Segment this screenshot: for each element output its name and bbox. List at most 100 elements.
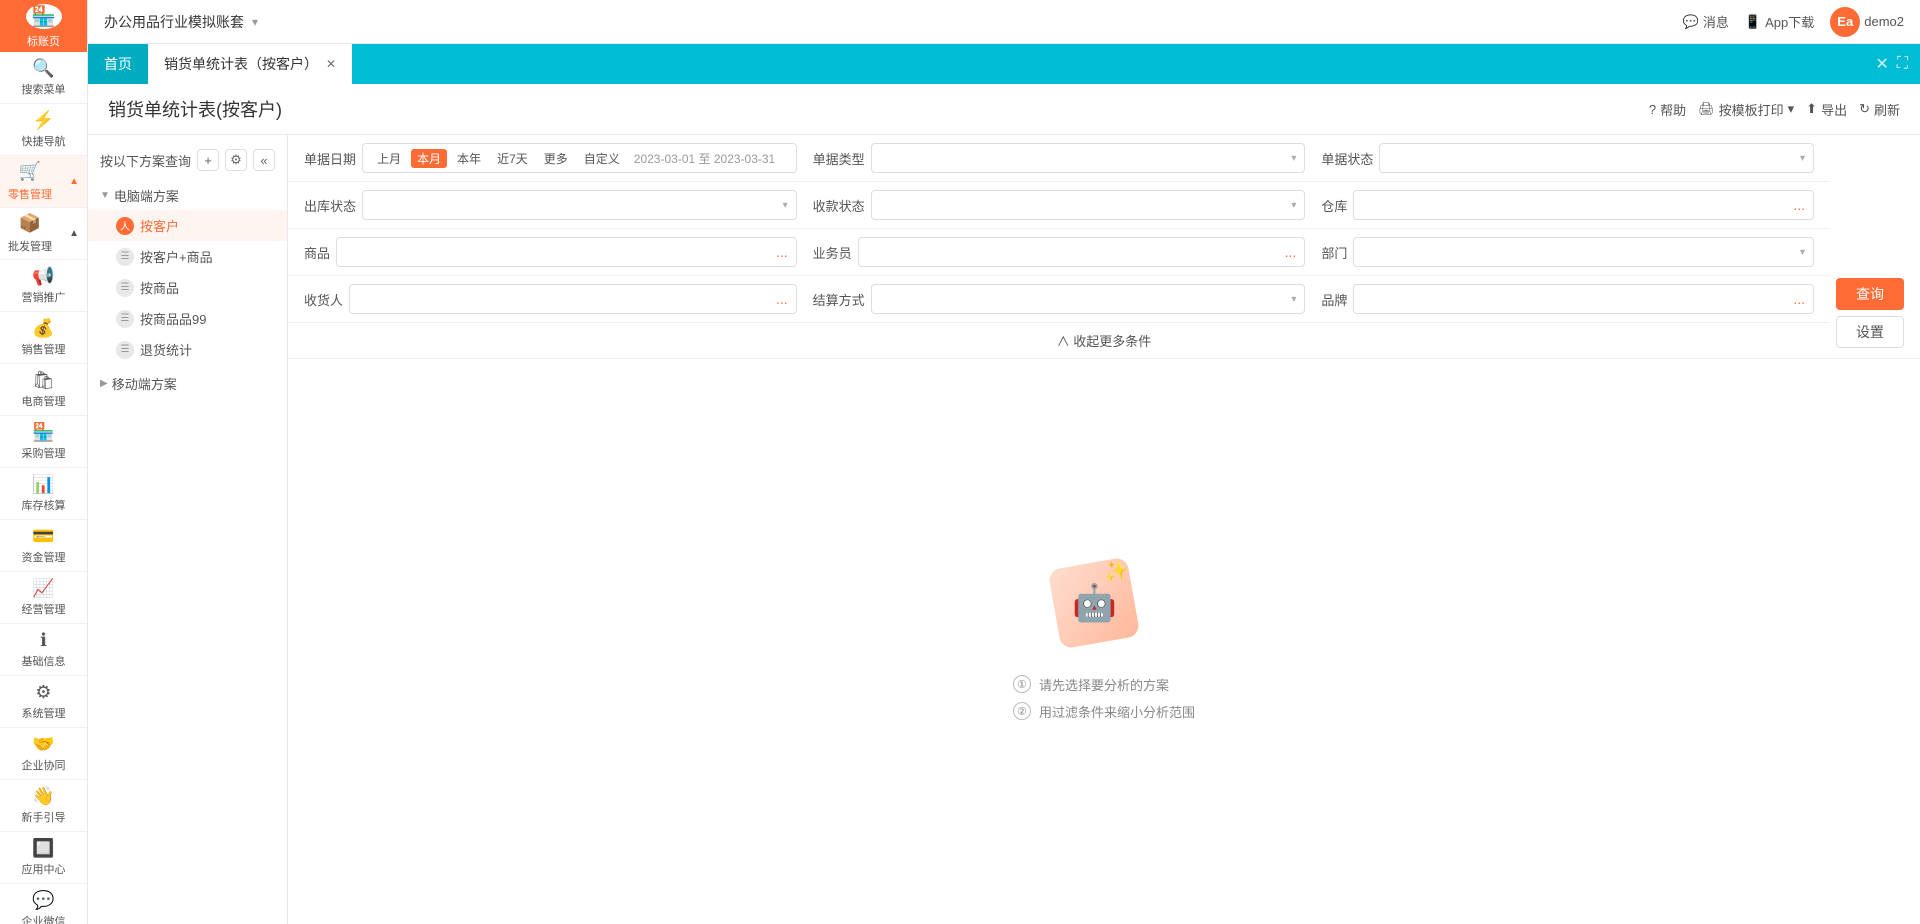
- sidebar-item-operations-label: 经营管理: [22, 601, 66, 617]
- goods-select[interactable]: ...: [336, 237, 797, 267]
- tab-sales-stat-label: 销货单统计表（按客户）: [164, 54, 318, 74]
- tab-home[interactable]: 首页: [88, 44, 148, 84]
- tab-maximize-icon[interactable]: ⛶: [1897, 55, 1908, 73]
- goods-label: 商品: [304, 243, 330, 262]
- sidebar-item-marketing[interactable]: 📢 营销推广: [0, 260, 87, 312]
- receipt-status-select[interactable]: ▾: [871, 190, 1306, 220]
- out-status-select[interactable]: ▾: [362, 190, 797, 220]
- template-print-dropdown-icon[interactable]: ▾: [1788, 101, 1795, 117]
- filter-rows-container: 单据日期 上月 本月 本年 近7天 更多 自定义: [288, 135, 1920, 323]
- tree-item-by-goods-99[interactable]: ☰ 按商品品99: [88, 303, 287, 334]
- tree-item-by-customer-goods[interactable]: ☰ 按客户+商品: [88, 241, 287, 272]
- ecommerce-icon: 🛍: [32, 370, 55, 391]
- collapse-bar[interactable]: ∧ 收起更多条件: [288, 323, 1920, 359]
- filter-row-1: 单据日期 上月 本月 本年 近7天 更多 自定义: [288, 135, 1830, 182]
- sidebar-item-search-menu[interactable]: 🔍 搜索菜单: [0, 52, 87, 104]
- scheme-settings-button[interactable]: ⚙: [225, 149, 247, 171]
- main-container: 办公用品行业模拟账套 ▾ 💬 消息 📱 App下载 Ea demo2 首页: [88, 0, 1920, 924]
- tree-item-customer-goods-icon: ☰: [116, 248, 134, 266]
- app-download-icon: 📱: [1745, 14, 1761, 30]
- brand-ellipsis[interactable]: ...: [1793, 291, 1805, 307]
- consignee-select[interactable]: ...: [349, 284, 797, 314]
- app-download-button[interactable]: 📱 App下载: [1745, 12, 1814, 31]
- order-type-select[interactable]: ▾: [871, 143, 1306, 173]
- quick-nav-icon: ⚡: [32, 110, 54, 131]
- date-badge-this-year[interactable]: 本年: [451, 149, 487, 168]
- sidebar-item-retail[interactable]: 🛒 零售管理 ▲: [0, 156, 87, 208]
- payment-select[interactable]: ▾: [871, 284, 1306, 314]
- settings-button[interactable]: 设置: [1836, 316, 1904, 348]
- salesperson-select[interactable]: ...: [858, 237, 1306, 267]
- sidebar-item-wechat[interactable]: 💬 企业微信: [0, 884, 87, 924]
- order-status-label: 单据状态: [1321, 149, 1373, 168]
- tree-item-return-stat[interactable]: ☰ 退货统计: [88, 334, 287, 365]
- tree-group-mobile[interactable]: ▶ 移动端方案: [88, 369, 287, 398]
- order-status-select[interactable]: ▾: [1379, 143, 1814, 173]
- brand-select[interactable]: ...: [1353, 284, 1814, 314]
- refresh-button[interactable]: ↻ 刷新: [1859, 100, 1900, 119]
- tab-actions: ✕ ⛶: [1863, 54, 1920, 74]
- tabbar: 首页 销货单统计表（按客户） ✕ ✕ ⛶: [88, 44, 1920, 84]
- sidebar-item-wechat-label: 企业微信: [22, 913, 66, 924]
- date-badge-this-month[interactable]: 本月: [411, 149, 447, 168]
- sidebar-item-wholesale[interactable]: 📦 批发管理 ▲: [0, 208, 87, 260]
- query-button[interactable]: 查询: [1836, 278, 1904, 310]
- date-badge-custom[interactable]: 自定义: [578, 149, 626, 168]
- brand-label: 品牌: [1321, 290, 1347, 309]
- template-print-button[interactable]: 🖨 按模板打印 ▾: [1698, 100, 1794, 119]
- goods-ellipsis[interactable]: ...: [776, 244, 788, 260]
- add-scheme-button[interactable]: +: [197, 149, 219, 171]
- sidebar-item-appcenter[interactable]: 🔲 应用中心: [0, 832, 87, 884]
- retail-icon: 🛒: [19, 161, 41, 182]
- department-select[interactable]: ▾: [1353, 237, 1814, 267]
- tree-group-pc[interactable]: ▼ 电脑端方案: [88, 181, 287, 210]
- department-arrow-icon: ▾: [1800, 247, 1805, 258]
- tab-close-icon[interactable]: ✕: [326, 57, 336, 71]
- salesperson-ellipsis[interactable]: ...: [1285, 244, 1297, 260]
- sidebar-item-newuser[interactable]: 👋 新手引导: [0, 780, 87, 832]
- sidebar-item-quick-nav[interactable]: ⚡ 快捷导航: [0, 104, 87, 156]
- sidebar-item-operations[interactable]: 📈 经营管理: [0, 572, 87, 624]
- tab-minimize-icon[interactable]: ✕: [1875, 54, 1888, 74]
- finance-icon: 💳: [32, 526, 54, 547]
- sidebar-item-enterprise[interactable]: 🤝 企业协同: [0, 728, 87, 780]
- collapse-bar-label: ∧ 收起更多条件: [1057, 331, 1152, 350]
- tree-item-by-customer[interactable]: 人 按客户: [88, 210, 287, 241]
- tree-item-goods99-label: 按商品品99: [140, 309, 206, 328]
- date-badge-7days[interactable]: 近7天: [491, 149, 534, 168]
- sidebar-item-inventory[interactable]: 📊 库存核算: [0, 468, 87, 520]
- message-button[interactable]: 💬 消息: [1683, 12, 1729, 31]
- filter-row-3: 商品 ... 业务员 ...: [288, 229, 1830, 276]
- sidebar-item-newuser-label: 新手引导: [22, 809, 66, 825]
- date-badges: 上月 本月 本年 近7天 更多 自定义: [371, 149, 626, 168]
- filter-item-receipt-status: 收款状态 ▾: [813, 190, 1306, 220]
- topbar-right: 💬 消息 📱 App下载 Ea demo2: [1683, 7, 1904, 37]
- tab-sales-stat[interactable]: 销货单统计表（按客户） ✕: [148, 44, 352, 84]
- sidebar-item-sales[interactable]: 💰 销售管理: [0, 312, 87, 364]
- sidebar-item-finance[interactable]: 💳 资金管理: [0, 520, 87, 572]
- warehouse-select[interactable]: ...: [1353, 190, 1814, 220]
- topbar-title: 办公用品行业模拟账套: [104, 12, 244, 32]
- tree-arrow-pc: ▼: [100, 190, 110, 201]
- help-icon: ?: [1649, 102, 1656, 117]
- empty-icon-box: 🤖 ✨: [1048, 556, 1141, 649]
- empty-hints: ① 请先选择要分析的方案 ② 用过滤条件来缩小分析范围: [1013, 675, 1195, 721]
- date-badge-last-month[interactable]: 上月: [371, 149, 407, 168]
- sidebar-item-basic[interactable]: ℹ 基础信息: [0, 624, 87, 676]
- topbar-dropdown-icon[interactable]: ▾: [252, 15, 258, 29]
- user-profile[interactable]: Ea demo2: [1830, 7, 1904, 37]
- sidebar-item-system[interactable]: ⚙ 系统管理: [0, 676, 87, 728]
- tree-item-by-goods[interactable]: ☰ 按商品: [88, 272, 287, 303]
- export-button[interactable]: ⬆ 导出: [1806, 100, 1847, 119]
- date-badge-more[interactable]: 更多: [538, 149, 574, 168]
- empty-icon-robot: 🤖: [1072, 582, 1117, 624]
- sidebar-item-purchase[interactable]: 🏪 采购管理: [0, 416, 87, 468]
- sidebar-logo: 🏪 标账页: [0, 0, 88, 52]
- collapse-panel-button[interactable]: «: [253, 149, 275, 171]
- sidebar-item-ecommerce[interactable]: 🛍 电商管理: [0, 364, 87, 416]
- sidebar-item-ecommerce-label: 电商管理: [22, 393, 66, 409]
- consignee-ellipsis[interactable]: ...: [776, 291, 788, 307]
- help-button[interactable]: ? 帮助: [1649, 100, 1686, 119]
- filter-item-order-type: 单据类型 ▾: [813, 143, 1306, 173]
- warehouse-ellipsis[interactable]: ...: [1793, 197, 1805, 213]
